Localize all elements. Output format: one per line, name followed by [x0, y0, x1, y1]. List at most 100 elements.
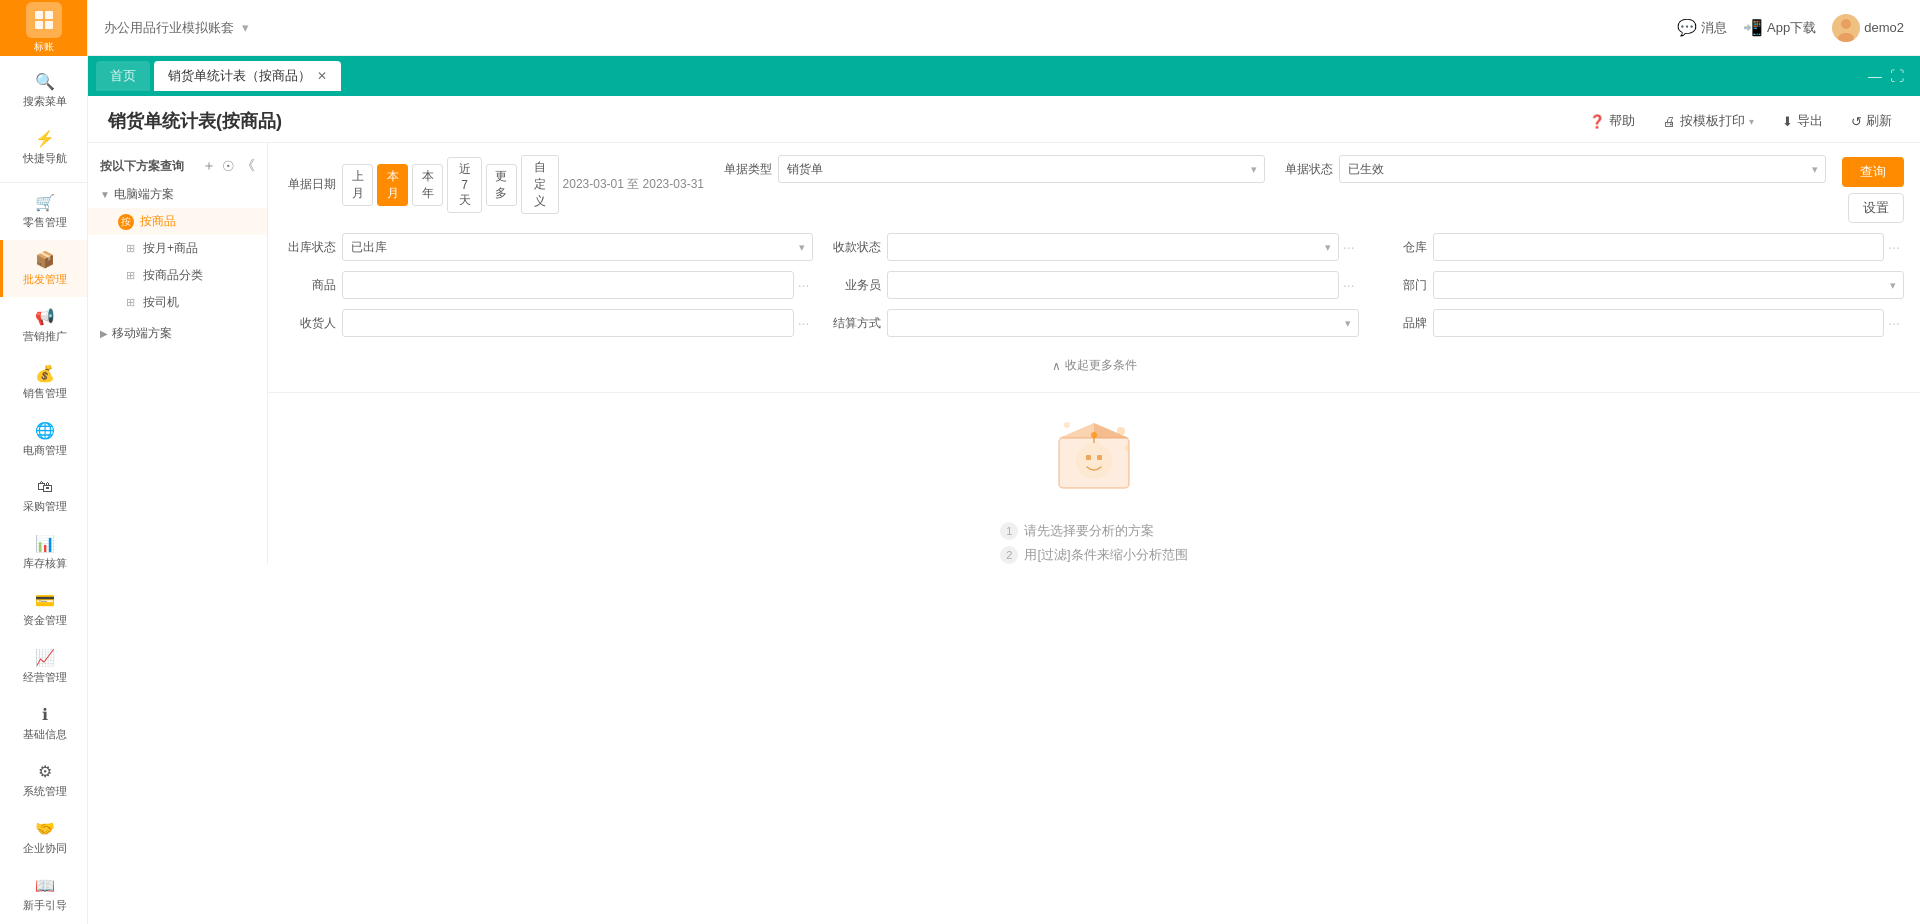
- payment-method-select[interactable]: [887, 309, 1358, 337]
- scheme-item-by-goods-label: 按商品: [140, 213, 176, 230]
- svg-rect-13: [1097, 455, 1102, 460]
- svg-rect-12: [1086, 455, 1091, 460]
- recipient-input[interactable]: [342, 309, 794, 337]
- brand-input[interactable]: [1433, 309, 1885, 337]
- sidebar-item-guide[interactable]: 📖 新手引导: [0, 866, 87, 923]
- filter-date: 单据日期 上月 本月 本年 近7天 更多 自定义 2023-03-01 至 20…: [284, 155, 704, 214]
- salesperson-dots[interactable]: ···: [1339, 277, 1359, 293]
- page-header: 销货单统计表(按商品) ❓ 帮助 🖨 按模板打印 ▾ ⬇ 导出: [88, 96, 1920, 143]
- sidebar-item-operations[interactable]: 📈 经营管理: [0, 638, 87, 695]
- sidebar-item-purchase[interactable]: 🛍 采购管理: [0, 468, 87, 524]
- help-icon: ❓: [1589, 114, 1605, 129]
- doc-status-label: 单据状态: [1281, 161, 1333, 178]
- collapse-icon: ∧: [1052, 359, 1061, 373]
- svg-rect-2: [35, 21, 43, 29]
- payment-status-dots[interactable]: ···: [1339, 239, 1359, 255]
- sidebar-item-finance[interactable]: 💳 资金管理: [0, 581, 87, 638]
- out-status-select[interactable]: 已出库: [342, 233, 813, 261]
- marketing-icon: 📢: [35, 307, 55, 326]
- dept-select[interactable]: [1433, 271, 1904, 299]
- maximize-icon[interactable]: ⛶: [1890, 68, 1904, 84]
- sidebar-item-inventory[interactable]: 📊 库存核算: [0, 524, 87, 581]
- payment-status-select[interactable]: [887, 233, 1339, 261]
- group-mobile-arrow: ▶: [100, 328, 108, 339]
- salesperson-input[interactable]: [887, 271, 1339, 299]
- brand-dots[interactable]: ···: [1884, 315, 1904, 331]
- date-more[interactable]: 更多: [486, 164, 517, 206]
- tab-home[interactable]: 首页: [96, 61, 150, 91]
- sidebar-item-sales[interactable]: 💰 销售管理: [0, 354, 87, 411]
- operations-icon: 📈: [35, 648, 55, 667]
- sidebar-item-enterprise[interactable]: 🤝 企业协同: [0, 809, 87, 866]
- sub-icon-driver: ⊞: [126, 296, 135, 309]
- export-btn[interactable]: ⬇ 导出: [1774, 108, 1831, 134]
- quick-nav-item[interactable]: ⚡ 快捷导航: [0, 119, 87, 176]
- query-btn[interactable]: 查询: [1842, 157, 1904, 187]
- minimize-icon[interactable]: —: [1868, 68, 1882, 84]
- payment-status-label: 收款状态: [829, 239, 881, 256]
- sidebar-item-system[interactable]: ⚙ 系统管理: [0, 752, 87, 809]
- help-btn[interactable]: ❓ 帮助: [1581, 108, 1643, 134]
- scheme-group-mobile-header[interactable]: ▶ 移动端方案: [88, 320, 267, 347]
- doc-type-select[interactable]: 销货单: [778, 155, 1265, 183]
- date-this-month[interactable]: 本月: [377, 164, 408, 206]
- tab-bar: 首页 销货单统计表（按商品） ✕ — ⛶: [88, 56, 1920, 96]
- user-avatar: [1832, 14, 1860, 42]
- scheme-item-by-goods[interactable]: 按 按商品: [88, 208, 267, 235]
- system-icon: ⚙: [38, 762, 52, 781]
- settings-btn[interactable]: 设置: [1848, 193, 1904, 223]
- window-controls: — ⛶: [1868, 68, 1912, 84]
- sidebar-item-basic[interactable]: ℹ 基础信息: [0, 695, 87, 752]
- print-btn[interactable]: 🖨 按模板打印 ▾: [1655, 108, 1762, 134]
- filter-salesperson: 业务员 ···: [829, 271, 1358, 299]
- scheme-group-mobile-label: 移动端方案: [112, 325, 172, 342]
- svg-point-17: [1064, 422, 1070, 428]
- finance-label: 资金管理: [23, 613, 67, 628]
- app-download-btn[interactable]: 📲 App下载: [1743, 18, 1816, 37]
- scheme-add-icon[interactable]: ＋: [202, 157, 216, 175]
- sidebar-item-wholesale[interactable]: 📦 批发管理: [0, 240, 87, 297]
- refresh-btn[interactable]: ↺ 刷新: [1843, 108, 1900, 134]
- sidebar-item-ecommerce[interactable]: 🌐 电商管理: [0, 411, 87, 468]
- tab-sales-stat[interactable]: 销货单统计表（按商品） ✕: [154, 61, 341, 91]
- doc-status-select[interactable]: 已生效: [1339, 155, 1826, 183]
- goods-input[interactable]: [342, 271, 794, 299]
- scheme-settings-icon[interactable]: ☉: [222, 158, 235, 174]
- app-logo[interactable]: 标账: [0, 0, 87, 56]
- export-label: 导出: [1797, 112, 1823, 130]
- scheme-item-by-driver[interactable]: ⊞ 按司机: [88, 289, 267, 316]
- search-menu-nav[interactable]: 🔍 搜索菜单: [0, 62, 87, 119]
- scheme-item-by-goods-cat[interactable]: ⊞ 按商品分类: [88, 262, 267, 289]
- goods-dots[interactable]: ···: [794, 277, 814, 293]
- scheme-collapse-icon[interactable]: 《: [241, 157, 255, 175]
- recipient-dots[interactable]: ···: [794, 315, 814, 331]
- filter-payment-status: 收款状态 ···: [829, 233, 1358, 261]
- scheme-item-by-month-goods[interactable]: ⊞ 按月+商品: [88, 235, 267, 262]
- search-menu-item[interactable]: 🔍 搜索菜单 ⚡ 快捷导航: [0, 56, 87, 183]
- breadcrumb[interactable]: 办公用品行业模拟账套 ▾: [104, 19, 249, 37]
- date-this-year[interactable]: 本年: [412, 164, 443, 206]
- wholesale-icon: 📦: [35, 250, 55, 269]
- goods-label: 商品: [284, 277, 336, 294]
- warehouse-label: 仓库: [1375, 239, 1427, 256]
- date-last-month[interactable]: 上月: [342, 164, 373, 206]
- message-btn[interactable]: 💬 消息: [1677, 18, 1727, 37]
- sidebar-item-retail[interactable]: 🛒 零售管理: [0, 183, 87, 240]
- collapse-btn[interactable]: ∧ 收起更多条件: [284, 351, 1904, 380]
- empty-state: 1 请先选择要分析的方案 2 用[过滤]条件来缩小分析范围: [268, 393, 1920, 564]
- tab-close-icon[interactable]: ✕: [317, 69, 327, 83]
- filter-row-4: 收货人 ··· 结算方式: [284, 309, 1904, 337]
- guide-label: 新手引导: [23, 898, 67, 913]
- tip-text-1: 请先选择要分析的方案: [1024, 522, 1154, 540]
- ecommerce-icon: 🌐: [35, 421, 55, 440]
- date-custom[interactable]: 自定义: [521, 155, 559, 214]
- sidebar-item-marketing[interactable]: 📢 营销推广: [0, 297, 87, 354]
- scheme-group-desktop-header[interactable]: ▼ 电脑端方案: [88, 181, 267, 208]
- warehouse-control: ···: [1433, 233, 1904, 261]
- scheme-panel-title: 按以下方案查询: [100, 158, 184, 175]
- filter-doc-status: 单据状态 已生效: [1281, 155, 1826, 183]
- warehouse-dots[interactable]: ···: [1884, 239, 1904, 255]
- warehouse-input[interactable]: [1433, 233, 1885, 261]
- user-menu[interactable]: demo2: [1832, 14, 1904, 42]
- date-7days[interactable]: 近7天: [447, 157, 482, 213]
